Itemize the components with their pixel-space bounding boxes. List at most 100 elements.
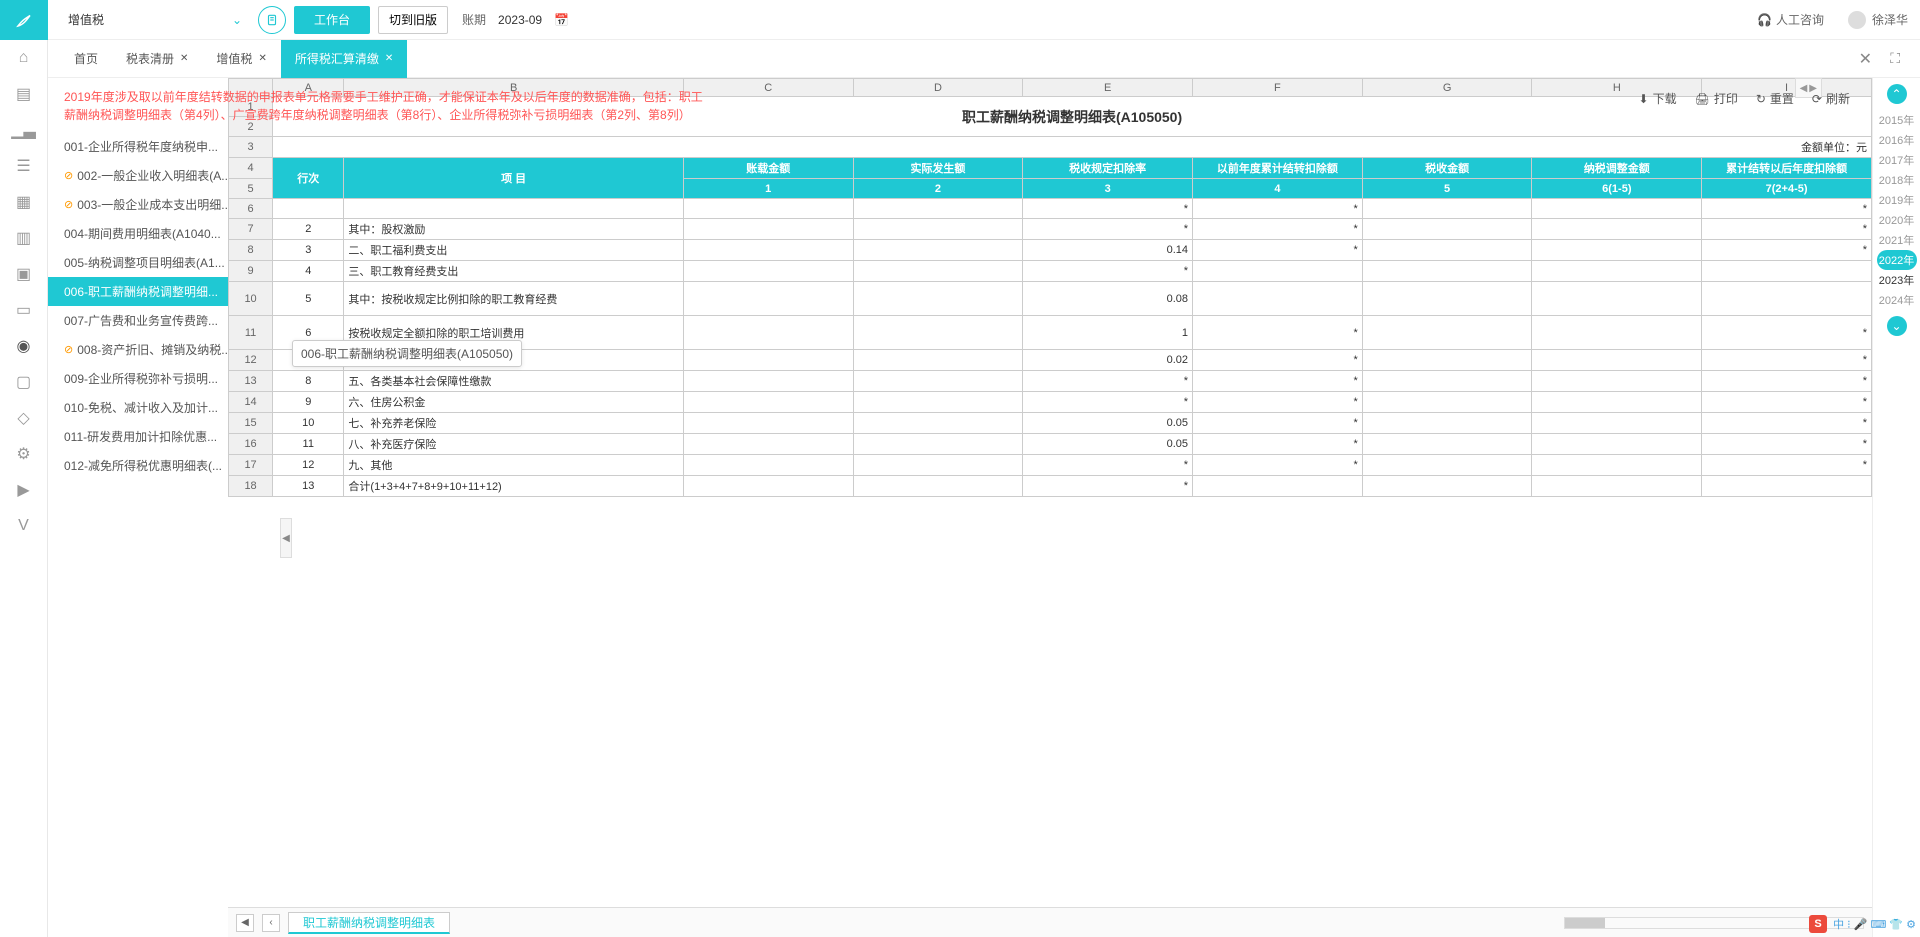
data-cell[interactable] [1362, 282, 1532, 316]
tab-income-tax[interactable]: 所得税汇算清缴✕ [281, 40, 407, 78]
data-cell[interactable] [1532, 316, 1702, 350]
year-button[interactable]: 2020年 [1877, 210, 1917, 230]
data-cell[interactable]: * [1193, 316, 1363, 350]
row-number[interactable]: 3 [229, 137, 273, 158]
tab-home[interactable]: 首页 [60, 40, 112, 78]
form-list-item[interactable]: ⊘008-资产折旧、摊销及纳税... [48, 335, 228, 364]
user-menu[interactable]: 徐泽华 [1848, 11, 1908, 29]
data-cell[interactable] [1532, 455, 1702, 476]
data-cell[interactable] [683, 219, 853, 240]
row-index-cell[interactable]: 4 [273, 261, 344, 282]
row-number[interactable]: 5 [229, 179, 273, 199]
row-number[interactable]: 8 [229, 240, 273, 261]
switch-old-button[interactable]: 切到旧版 [378, 6, 448, 34]
row-index-cell[interactable]: 10 [273, 413, 344, 434]
row-index-cell[interactable]: 2 [273, 219, 344, 240]
nav-video-icon[interactable]: ▶ [0, 472, 48, 508]
cell[interactable]: * [1193, 199, 1363, 219]
nav-stamp-icon[interactable]: ▣ [0, 256, 48, 292]
item-cell[interactable]: 八、补充医疗保险 [344, 434, 683, 455]
item-cell[interactable]: 其中：股权激励 [344, 219, 683, 240]
sheet-tab[interactable]: 职工薪酬纳税调整明细表 [288, 912, 450, 934]
form-list-item[interactable]: 001-企业所得税年度纳税申... [48, 132, 228, 161]
data-cell[interactable] [1362, 371, 1532, 392]
row-number[interactable]: 13 [229, 371, 273, 392]
row-number[interactable]: 18 [229, 476, 273, 497]
data-cell[interactable] [1362, 316, 1532, 350]
data-cell[interactable]: 1 [1023, 316, 1193, 350]
data-cell[interactable]: * [1702, 240, 1872, 261]
data-cell[interactable] [1702, 476, 1872, 497]
form-list-item[interactable]: 006-职工薪酬纳税调整明细... [48, 277, 228, 306]
row-number[interactable]: 15 [229, 413, 273, 434]
consult-link[interactable]: 🎧 人工咨询 [1757, 11, 1824, 28]
data-cell[interactable]: * [1023, 371, 1193, 392]
cell[interactable]: * [1023, 199, 1193, 219]
data-cell[interactable] [1362, 455, 1532, 476]
year-button[interactable]: 2023年 [1877, 270, 1917, 290]
data-cell[interactable]: * [1702, 316, 1872, 350]
row-number[interactable]: 7 [229, 219, 273, 240]
data-cell[interactable] [1532, 434, 1702, 455]
data-cell[interactable] [1532, 371, 1702, 392]
nav-tax-icon[interactable]: ◉ [0, 328, 48, 364]
data-cell[interactable] [853, 240, 1023, 261]
data-cell[interactable]: * [1193, 413, 1363, 434]
year-button[interactable]: 2022年 [1877, 250, 1917, 270]
calendar-icon[interactable]: 📅 [554, 13, 569, 27]
data-cell[interactable]: * [1193, 371, 1363, 392]
data-cell[interactable]: * [1023, 392, 1193, 413]
data-cell[interactable] [1702, 261, 1872, 282]
data-cell[interactable] [853, 261, 1023, 282]
item-cell[interactable]: 二、职工福利费支出 [344, 240, 683, 261]
row-index-cell[interactable]: 13 [273, 476, 344, 497]
row-number[interactable]: 4 [229, 158, 273, 179]
cell[interactable] [273, 199, 344, 219]
data-cell[interactable] [683, 261, 853, 282]
data-cell[interactable] [1532, 219, 1702, 240]
cell[interactable] [683, 199, 853, 219]
data-cell[interactable] [683, 434, 853, 455]
data-cell[interactable] [683, 240, 853, 261]
form-list-item[interactable]: 011-研发费用加计扣除优惠... [48, 422, 228, 451]
nav-calendar-icon[interactable]: ▭ [0, 292, 48, 328]
row-index-cell[interactable]: 5 [273, 282, 344, 316]
data-cell[interactable] [1532, 240, 1702, 261]
data-cell[interactable]: * [1193, 240, 1363, 261]
data-cell[interactable] [1532, 282, 1702, 316]
close-icon[interactable]: ✕ [385, 53, 393, 64]
data-cell[interactable] [1532, 476, 1702, 497]
cell[interactable] [1532, 199, 1702, 219]
nav-report-icon[interactable]: ▥ [0, 220, 48, 256]
data-cell[interactable] [683, 455, 853, 476]
data-cell[interactable] [1532, 350, 1702, 371]
year-button[interactable]: 2017年 [1877, 150, 1917, 170]
data-cell[interactable] [853, 476, 1023, 497]
item-cell[interactable]: 九、其他 [344, 455, 683, 476]
data-cell[interactable] [1193, 261, 1363, 282]
refresh-circle-button[interactable] [258, 6, 286, 34]
data-cell[interactable]: * [1702, 350, 1872, 371]
item-cell[interactable]: 三、职工教育经费支出 [344, 261, 683, 282]
year-button[interactable]: 2015年 [1877, 110, 1917, 130]
data-cell[interactable] [853, 413, 1023, 434]
sheet-nav-prev[interactable]: ‹ [262, 914, 280, 932]
year-button[interactable]: 2024年 [1877, 290, 1917, 310]
item-cell[interactable]: 合计(1+3+4+7+8+9+10+11+12) [344, 476, 683, 497]
row-number[interactable]: 10 [229, 282, 273, 316]
year-button[interactable]: 2019年 [1877, 190, 1917, 210]
data-cell[interactable]: 0.05 [1023, 413, 1193, 434]
form-list-item[interactable]: 007-广告费和业务宣传费跨... [48, 306, 228, 335]
data-cell[interactable] [1362, 476, 1532, 497]
row-index-cell[interactable]: 11 [273, 434, 344, 455]
data-cell[interactable] [1362, 219, 1532, 240]
download-button[interactable]: ⬇下载 [1639, 90, 1677, 107]
form-list-item[interactable]: 010-免税、减计收入及加计... [48, 393, 228, 422]
tab-tax-list[interactable]: 税表清册✕ [112, 40, 202, 78]
nav-home-icon[interactable]: ⌂ [0, 40, 48, 76]
data-cell[interactable] [853, 316, 1023, 350]
data-cell[interactable]: * [1193, 455, 1363, 476]
scroll-up-icon[interactable]: ⌃ [1887, 84, 1907, 104]
data-cell[interactable]: * [1023, 261, 1193, 282]
data-cell[interactable] [1193, 282, 1363, 316]
